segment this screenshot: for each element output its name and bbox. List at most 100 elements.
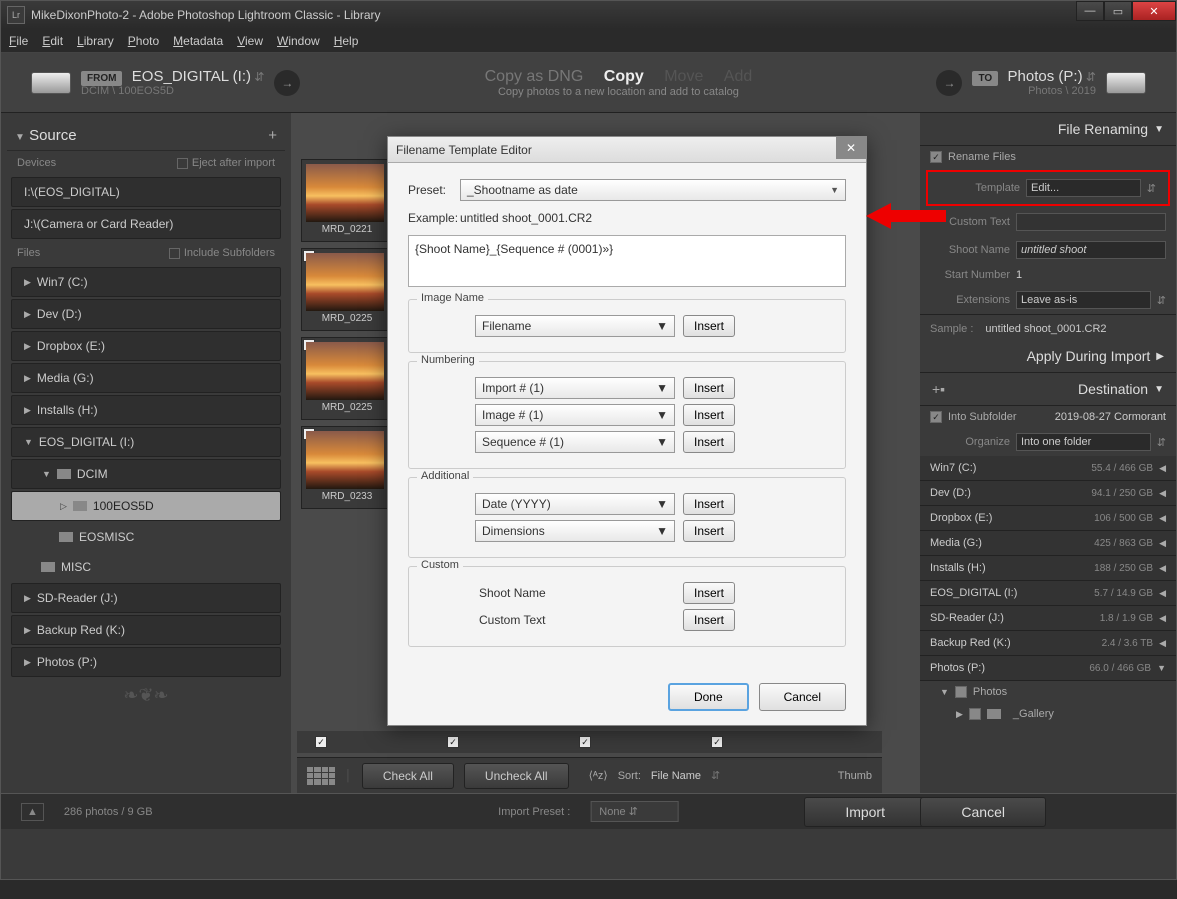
- folder-item[interactable]: ▼DCIM: [11, 459, 281, 489]
- drive-item[interactable]: ▶Backup Red (K:): [11, 615, 281, 645]
- insert-button[interactable]: Insert: [683, 404, 735, 426]
- col-checkbox[interactable]: ✓: [315, 736, 327, 748]
- destination-title[interactable]: Destination: [1078, 381, 1148, 397]
- sequence-num-dropdown[interactable]: Sequence # (1)▼: [475, 431, 675, 453]
- drive-item[interactable]: ▶Installs (H:): [11, 395, 281, 425]
- menu-window[interactable]: Window: [277, 34, 320, 48]
- dest-drive[interactable]: Dev (D:)94.1 / 250 GB◀: [920, 481, 1176, 506]
- menu-file[interactable]: File: [9, 34, 28, 48]
- subfolder-name[interactable]: 2019-08-27 Cormorant: [1055, 411, 1166, 423]
- eject-checkbox[interactable]: [177, 158, 188, 169]
- add-source-icon[interactable]: +: [268, 127, 277, 144]
- insert-button[interactable]: Insert: [683, 315, 735, 337]
- dest-drive[interactable]: Media (G:)425 / 863 GB◀: [920, 531, 1176, 556]
- drive-item[interactable]: ▶Dev (D:): [11, 299, 281, 329]
- folder-item[interactable]: EOSMISC: [11, 523, 281, 551]
- maximize-button[interactable]: ▭: [1104, 1, 1132, 21]
- check-all-button[interactable]: Check All: [362, 763, 454, 789]
- arrow-right-icon[interactable]: →: [936, 70, 962, 96]
- menu-edit[interactable]: Edit: [42, 34, 63, 48]
- file-renaming-title[interactable]: File Renaming: [1058, 121, 1148, 137]
- subfolders-checkbox[interactable]: [169, 248, 180, 259]
- insert-button[interactable]: Insert: [683, 582, 735, 604]
- menu-library[interactable]: Library: [77, 34, 114, 48]
- dimensions-dropdown[interactable]: Dimensions▼: [475, 520, 675, 542]
- drive-item[interactable]: ▶Win7 (C:): [11, 267, 281, 297]
- dest-drive[interactable]: Installs (H:)188 / 250 GB◀: [920, 556, 1176, 581]
- import-button[interactable]: Import: [804, 797, 926, 827]
- drive-item[interactable]: ▼EOS_DIGITAL (I:): [11, 427, 281, 457]
- insert-button[interactable]: Insert: [683, 520, 735, 542]
- drive-item[interactable]: ▶Dropbox (E:): [11, 331, 281, 361]
- add-dest-icon[interactable]: +▪: [932, 381, 945, 397]
- image-num-dropdown[interactable]: Image # (1)▼: [475, 404, 675, 426]
- sort-icon[interactable]: ⟨ᴬz⟩: [589, 769, 608, 782]
- done-button[interactable]: Done: [668, 683, 749, 711]
- date-dropdown[interactable]: Date (YYYY)▼: [475, 493, 675, 515]
- insert-button[interactable]: Insert: [683, 493, 735, 515]
- drive-item[interactable]: ▶Media (G:): [11, 363, 281, 393]
- preset-dropdown[interactable]: _Shootname as date▼: [460, 179, 846, 201]
- cancel-button[interactable]: Cancel: [920, 797, 1046, 827]
- rename-files-checkbox[interactable]: ✓: [930, 151, 942, 163]
- template-textarea[interactable]: {Shoot Name}_{Sequence # (0001)»}: [408, 235, 846, 287]
- expand-icon[interactable]: ▲: [21, 803, 44, 821]
- sort-dropdown[interactable]: File Name: [651, 770, 701, 782]
- menu-photo[interactable]: Photo: [128, 34, 159, 48]
- grid-view-icon[interactable]: [307, 767, 335, 785]
- menu-view[interactable]: View: [237, 34, 263, 48]
- folder-checkbox[interactable]: [969, 708, 981, 720]
- dest-drive[interactable]: Photos (P:)66.0 / 466 GB▼: [920, 656, 1176, 681]
- dest-drive[interactable]: Win7 (C:)55.4 / 466 GB◀: [920, 456, 1176, 481]
- insert-button[interactable]: Insert: [683, 609, 735, 631]
- insert-button[interactable]: Insert: [683, 377, 735, 399]
- col-checkbox[interactable]: ✓: [711, 736, 723, 748]
- insert-button[interactable]: Insert: [683, 431, 735, 453]
- source-title[interactable]: Source: [29, 127, 77, 144]
- menu-help[interactable]: Help: [334, 34, 359, 48]
- to-device[interactable]: Photos (P:): [1008, 68, 1083, 85]
- photos-folder[interactable]: Photos: [973, 686, 1007, 698]
- folder-checkbox[interactable]: [955, 686, 967, 698]
- folder-item[interactable]: MISC: [11, 553, 281, 581]
- op-copy[interactable]: Copy: [604, 68, 644, 85]
- import-preset-dropdown[interactable]: None ⇵: [590, 801, 679, 822]
- uncheck-all-button[interactable]: Uncheck All: [464, 763, 569, 789]
- folder-icon: [987, 709, 1001, 719]
- custom-text-input[interactable]: [1016, 213, 1166, 231]
- drive-item[interactable]: ▶SD-Reader (J:): [11, 583, 281, 613]
- arrow-right-icon[interactable]: →: [274, 70, 300, 96]
- thumbnail[interactable]: MRD_0225: [301, 337, 393, 420]
- from-device[interactable]: EOS_DIGITAL (I:): [132, 68, 251, 85]
- device-item[interactable]: J:\(Camera or Card Reader): [11, 209, 281, 239]
- apply-during-import-title[interactable]: Apply During Import: [1027, 348, 1151, 364]
- thumbnail[interactable]: MRD_0225: [301, 248, 393, 331]
- col-checkbox[interactable]: ✓: [579, 736, 591, 748]
- dialog-close-button[interactable]: ✕: [836, 137, 866, 159]
- dest-drive[interactable]: Backup Red (K:)2.4 / 3.6 TB◀: [920, 631, 1176, 656]
- thumbnail[interactable]: MRD_0221: [301, 159, 393, 242]
- drive-item[interactable]: ▶Photos (P:): [11, 647, 281, 677]
- import-num-dropdown[interactable]: Import # (1)▼: [475, 377, 675, 399]
- template-dropdown[interactable]: Edit...: [1026, 179, 1141, 197]
- col-checkbox[interactable]: ✓: [447, 736, 459, 748]
- menu-metadata[interactable]: Metadata: [173, 34, 223, 48]
- extensions-dropdown[interactable]: Leave as-is: [1016, 291, 1151, 309]
- op-copy-dng[interactable]: Copy as DNG: [485, 68, 584, 85]
- close-button[interactable]: ✕: [1132, 1, 1176, 21]
- dest-drive[interactable]: EOS_DIGITAL (I:)5.7 / 14.9 GB◀: [920, 581, 1176, 606]
- rename-files-label: Rename Files: [948, 151, 1016, 163]
- device-item[interactable]: I:\(EOS_DIGITAL): [11, 177, 281, 207]
- dest-drive[interactable]: SD-Reader (J:)1.8 / 1.9 GB◀: [920, 606, 1176, 631]
- thumbnail[interactable]: MRD_0233: [301, 426, 393, 509]
- filename-dropdown[interactable]: Filename▼: [475, 315, 675, 337]
- folder-item-selected[interactable]: ▷100EOS5D: [11, 491, 281, 521]
- cancel-button[interactable]: Cancel: [759, 683, 846, 711]
- minimize-button[interactable]: —: [1076, 1, 1104, 21]
- into-subfolder-checkbox[interactable]: ✓: [930, 411, 942, 423]
- gallery-folder[interactable]: _Gallery: [1013, 708, 1054, 720]
- start-number[interactable]: 1: [1016, 269, 1022, 281]
- organize-dropdown[interactable]: Into one folder: [1016, 433, 1151, 451]
- dest-drive[interactable]: Dropbox (E:)106 / 500 GB◀: [920, 506, 1176, 531]
- shoot-name-input[interactable]: untitled shoot: [1016, 241, 1166, 259]
